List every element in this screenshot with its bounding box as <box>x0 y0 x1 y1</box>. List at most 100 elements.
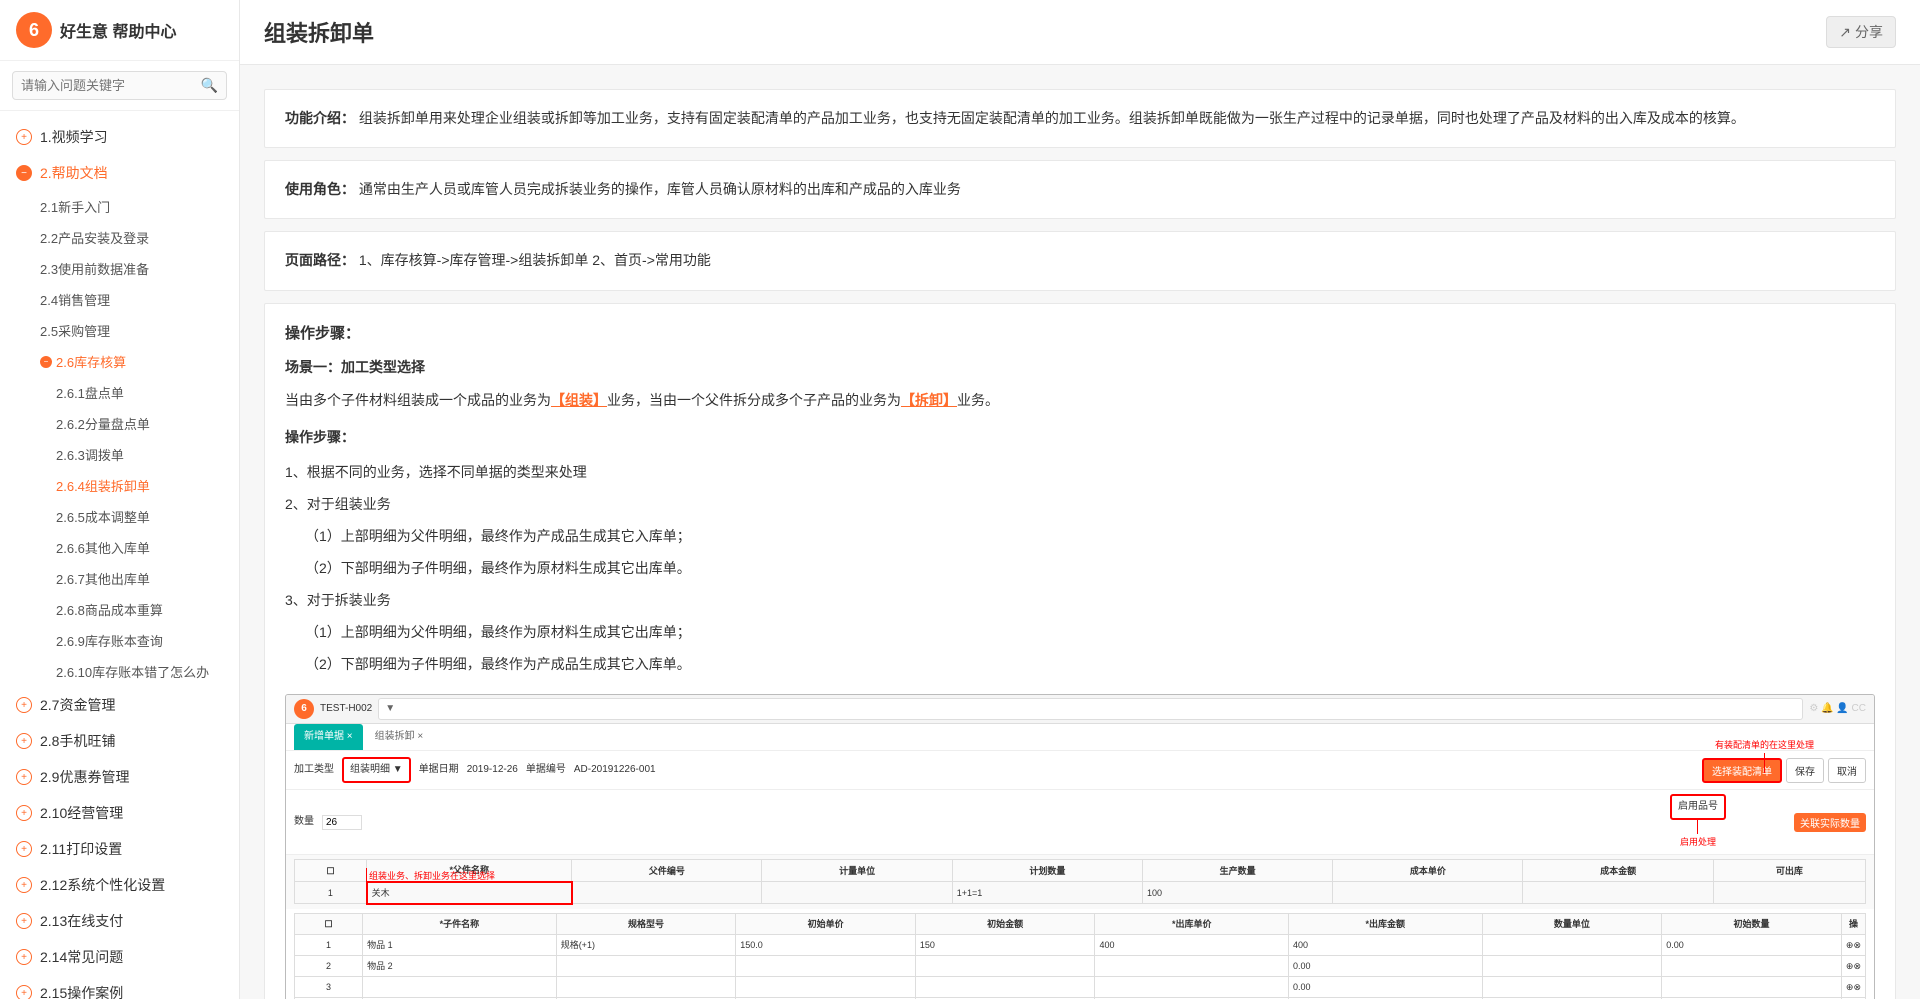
ss-annotation1-text: 有装配清单的在这里处理 <box>1715 737 1814 753</box>
sidebar-item-214[interactable]: + 2.14常见问题 <box>0 939 239 975</box>
page-header: 组装拆卸单 ↗ 分享 <box>240 0 1920 65</box>
sidebar-sub-23[interactable]: 2.3使用前数据准备 <box>0 253 239 284</box>
expand-icon-213: + <box>16 913 32 929</box>
sidebar-sub-25[interactable]: 2.5采购管理 <box>0 315 239 346</box>
sidebar-item-213[interactable]: + 2.13在线支付 <box>0 903 239 939</box>
ss-brow2-unit <box>1482 956 1662 977</box>
search-box[interactable]: 🔍 <box>12 71 227 100</box>
screenshot-topbar: 6 TEST-H002 ▼ ⚙ 🔔 👤 CC <box>286 695 1874 724</box>
sidebar: 6 好生意 帮助中心 🔍 + 1.视频学习 − 2.帮助文档 2.1新手入门 2… <box>0 0 240 999</box>
screenshot-table-top-container: ☐ *父件名称 父件编号 计量单位 计划数量 生产数量 成本单价 成本金额 可出… <box>286 855 1874 908</box>
sidebar-sub-263[interactable]: 2.6.3调拨单 <box>0 439 239 470</box>
collapse-icon: − <box>16 165 32 181</box>
ss-table-top-body: 1 关木 1+1=1 100 <box>295 882 1866 904</box>
ss-brow-initqty: 0.00 <box>1662 934 1842 955</box>
content-area: 功能介绍： 组装拆卸单用来处理企业组装或拆卸等加工业务，支持有固定装配清单的产品… <box>240 65 1920 999</box>
sidebar-sub-24[interactable]: 2.4销售管理 <box>0 284 239 315</box>
sidebar-item-215[interactable]: + 2.15操作案例 <box>0 975 239 999</box>
intro-block: 功能介绍： 组装拆卸单用来处理企业组装或拆卸等加工业务，支持有固定装配清单的产品… <box>264 89 1896 148</box>
ss-brow2-ops: ⊕⊗ <box>1841 956 1865 977</box>
ss-brow-idx: 1 <box>295 934 363 955</box>
ss-brow-outamt: 400 <box>1289 934 1483 955</box>
ss-col-unit1: 计量单位 <box>762 860 952 882</box>
ss-table-bottom-head: ☐ *子件名称 规格型号 初始单价 初始金额 *出库单价 *出库金额 数量单位 … <box>295 913 1866 934</box>
screenshot-table-top: ☐ *父件名称 父件编号 计量单位 计划数量 生产数量 成本单价 成本金额 可出… <box>294 859 1866 904</box>
sidebar-sub-269[interactable]: 2.6.9库存账本查询 <box>0 625 239 656</box>
sidebar-item-label: 2.14常见问题 <box>40 947 123 967</box>
sidebar-item-label: 2.8手机旺铺 <box>40 731 115 751</box>
ss-qty-label: 数量 <box>294 813 314 831</box>
sidebar-item-label: 1.视频学习 <box>40 127 108 147</box>
search-input[interactable] <box>21 78 201 93</box>
ss-bcol-unit: 数量单位 <box>1482 913 1662 934</box>
active-dot: − <box>40 356 52 368</box>
sidebar-item-27[interactable]: + 2.7资金管理 <box>0 687 239 723</box>
scenario1-desc: 当由多个子件材料组装成一个成品的业务为【组装】业务，当由一个父件拆分成多个子产品… <box>285 388 1875 413</box>
ss-tab-active: 新增单据 × <box>294 724 363 750</box>
ss-annotation1: 有装配清单的在这里处理 <box>1715 737 1814 773</box>
role-text: 通常由生产人员或库管人员完成拆装业务的操作，库管人员确认原材料的出库和产成品的入… <box>359 181 961 197</box>
sidebar-item-29[interactable]: + 2.9优惠券管理 <box>0 759 239 795</box>
ss-cell-code <box>572 882 762 904</box>
sidebar-sub-261[interactable]: 2.6.1盘点单 <box>0 377 239 408</box>
ss-cell-name: 关木 <box>367 882 572 904</box>
sidebar-item-video[interactable]: + 1.视频学习 <box>0 119 239 155</box>
sidebar-item-docs[interactable]: − 2.帮助文档 <box>0 155 239 191</box>
sidebar-sub-264[interactable]: 2.6.4组装拆卸单 <box>0 470 239 501</box>
ss-logo: 6 <box>294 699 314 719</box>
sidebar-sub-262[interactable]: 2.6.2分量盘点单 <box>0 408 239 439</box>
scenario1-label: 场景一：加工类型选择 <box>285 359 425 375</box>
search-area: 🔍 <box>0 61 239 111</box>
expand-icon-214: + <box>16 949 32 965</box>
sidebar-item-label: 2.13在线支付 <box>40 911 123 931</box>
expand-icon-29: + <box>16 769 32 785</box>
sidebar-item-label: 2.10经营管理 <box>40 803 123 823</box>
ss-annotation3-arrow: 启用处理 <box>1680 820 1716 850</box>
ss-col-amount1: 成本金额 <box>1523 860 1713 882</box>
ops-block: 操作步骤： 场景一：加工类型选择 当由多个子件材料组装成一个成品的业务为【组装】… <box>264 303 1896 999</box>
ss-qty-input <box>322 815 362 830</box>
ss-arrow1 <box>1764 753 1765 773</box>
disassemble-link[interactable]: 【拆卸】 <box>901 392 957 408</box>
ss-cell-amount <box>1523 882 1713 904</box>
sidebar-item-28[interactable]: + 2.8手机旺铺 <box>0 723 239 759</box>
sidebar-item-label: 2.12系统个性化设置 <box>40 875 165 895</box>
ss-table-bottom-body: 1 物品 1 规格(+1) 150.0 150 400 400 0.00 ⊕⊗ <box>295 934 1866 999</box>
sidebar-item-210[interactable]: + 2.10经营管理 <box>0 795 239 831</box>
sidebar-sub-265[interactable]: 2.6.5成本调整单 <box>0 501 239 532</box>
screenshot-form: 加工类型 组装明细 ▼ 单据日期 2019-12-26 单据编号 AD-2019… <box>286 751 1874 790</box>
sidebar-sub-268[interactable]: 2.6.8商品成本重算 <box>0 594 239 625</box>
assemble-link[interactable]: 【组装】 <box>551 392 607 408</box>
ss-brow-unit <box>1482 934 1662 955</box>
sidebar-sub-21[interactable]: 2.1新手入门 <box>0 191 239 222</box>
sidebar-sub-267[interactable]: 2.6.7其他出库单 <box>0 563 239 594</box>
ss-cell-stock <box>1713 882 1865 904</box>
expand-icon-28: + <box>16 733 32 749</box>
ss-bcol-name: *子件名称 <box>363 913 557 934</box>
sidebar-item-label: 2.帮助文档 <box>40 163 108 183</box>
logo-text: 好生意 帮助中心 <box>60 18 176 42</box>
step1-text: 1、根据不同的业务，选择不同单据的类型来处理 <box>285 458 1875 486</box>
role-label: 使用角色： <box>285 181 355 197</box>
sidebar-sub-26[interactable]: − 2.6库存核算 <box>0 346 239 377</box>
logo-area: 6 好生意 帮助中心 <box>0 0 239 61</box>
sidebar-item-211[interactable]: + 2.11打印设置 <box>0 831 239 867</box>
role-block: 使用角色： 通常由生产人员或库管人员完成拆装业务的操作，库管人员确认原材料的出库… <box>264 160 1896 219</box>
share-button[interactable]: ↗ 分享 <box>1826 16 1896 48</box>
ss-apply-btn: 关联实际数量 <box>1794 813 1866 832</box>
ss-cancel-btn: 取消 <box>1828 758 1866 783</box>
sidebar-sub-2610[interactable]: 2.6.10库存账本错了怎么办 <box>0 656 239 687</box>
expand-icon-215: + <box>16 985 32 999</box>
ss-brow-initprice: 150.0 <box>736 934 916 955</box>
nav-list: + 1.视频学习 − 2.帮助文档 2.1新手入门 2.2产品安装及登录 2.3… <box>0 111 239 999</box>
expand-icon-211: + <box>16 841 32 857</box>
expand-icon-27: + <box>16 697 32 713</box>
sidebar-item-label: 2.9优惠券管理 <box>40 767 129 787</box>
ss-docno-label: 单据编号 <box>526 761 566 779</box>
ss-annotation2-container: 组装业务、拆卸业务在这里选择 <box>366 868 495 884</box>
sidebar-item-212[interactable]: + 2.12系统个性化设置 <box>0 867 239 903</box>
ss-brow-ops: ⊕⊗ <box>1841 934 1865 955</box>
sidebar-sub-266[interactable]: 2.6.6其他入库单 <box>0 532 239 563</box>
sidebar-item-label: 2.11打印设置 <box>40 839 122 859</box>
sidebar-sub-22[interactable]: 2.2产品安装及登录 <box>0 222 239 253</box>
